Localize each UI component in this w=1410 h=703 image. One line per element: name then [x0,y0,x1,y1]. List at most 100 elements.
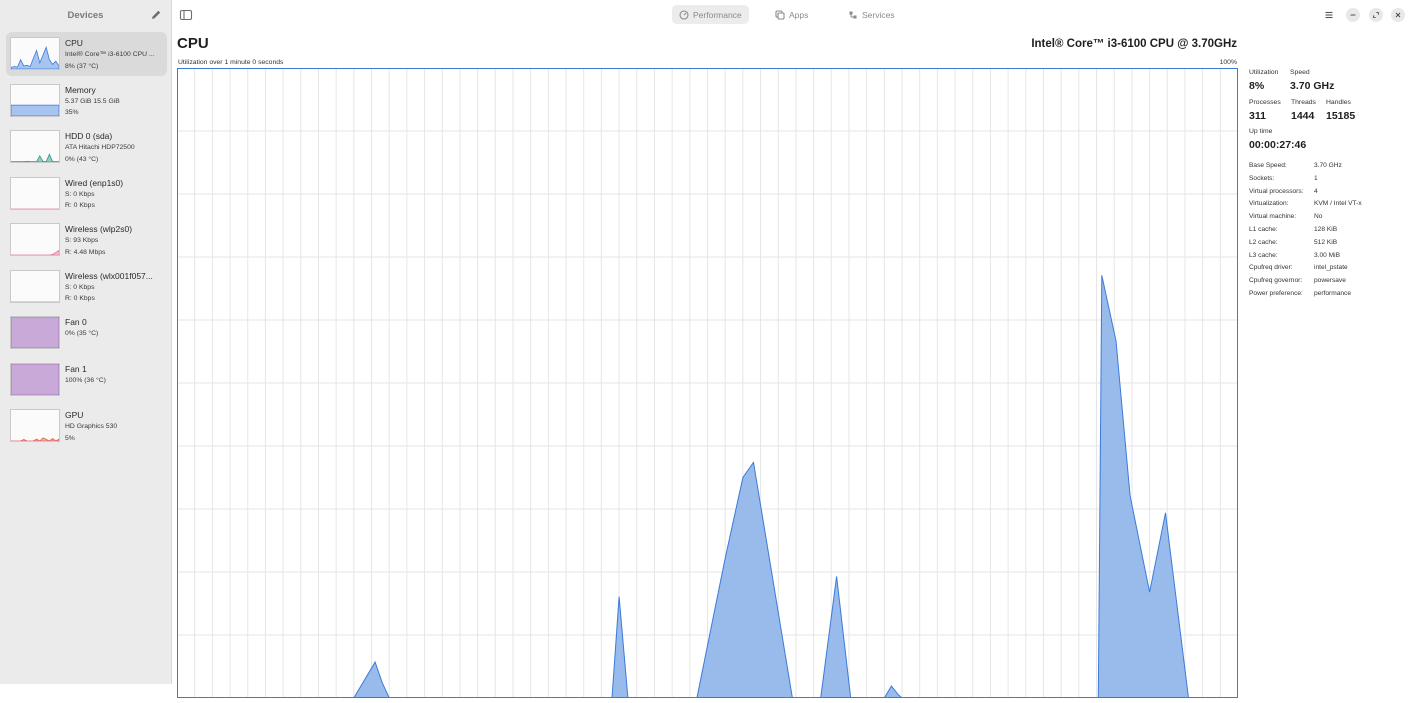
cpu-model-name: Intel® Core™ i3-6100 CPU @ 3.70GHz [1031,38,1237,50]
device-send-rate: S: 0 Kbps [65,282,165,294]
device-detail: ATA Hitachi HDP72500 [65,142,165,154]
device-list: CPU Intel® Core™ i3-6100 CPU ... 8% (37 … [6,32,167,451]
stat-label: Processes [1249,98,1281,107]
property-row: Virtualization:KVM / Intel VT-x [1249,200,1399,213]
device-wireless-wlp2s0[interactable]: Wireless (wlp2s0) S: 93 Kbps R: 4.48 Mbp… [6,218,167,262]
property-value: No [1314,213,1322,226]
apps-icon [775,10,785,20]
property-key: Virtual processors: [1249,188,1314,201]
stat-speed: Speed 3.70 GHz [1290,68,1334,93]
stat-value: 15185 [1326,109,1355,123]
maximize-icon[interactable] [1369,8,1383,22]
gpu-thumbnail-graph [10,409,60,442]
stat-label: Handles [1326,98,1355,107]
device-fan-0[interactable]: Fan 0 0% (35 °C) [6,311,167,355]
device-send-rate: S: 0 Kbps [65,189,165,201]
stat-handles: Handles 15185 [1326,98,1355,123]
stat-value: 1444 [1291,109,1316,123]
device-usage: 5% [65,433,165,445]
property-key: Base Speed: [1249,162,1314,175]
wireless-thumbnail-graph [10,270,60,303]
tab-services[interactable]: Services [841,5,902,24]
device-wireless-wlx[interactable]: Wireless (wlx001f057... S: 0 Kbps R: 0 K… [6,265,167,309]
device-usage: 0% (35 °C) [65,328,165,340]
property-row: Base Speed:3.70 GHz [1249,162,1399,175]
stat-value: 00:00:27:46 [1249,138,1306,152]
cpu-thumbnail-graph [10,37,60,70]
device-hdd[interactable]: HDD 0 (sda) ATA Hitachi HDP72500 0% (43 … [6,125,167,169]
property-row: Cpufreq governor:powersave [1249,277,1399,290]
sidebar-toggle-icon[interactable] [179,8,193,22]
property-row: Cpufreq driver:intel_pstate [1249,264,1399,277]
device-usage: 8% (37 °C) [65,61,165,73]
property-value: 128 KiB [1314,226,1337,239]
property-row: Sockets:1 [1249,175,1399,188]
property-key: Cpufreq driver: [1249,264,1314,277]
property-key: Cpufreq governor: [1249,277,1314,290]
sidebar: Devices CPU Intel® Core™ i3-6100 CPU ...… [0,0,172,684]
fan0-thumbnail-series [11,317,59,348]
property-row: Virtual machine:No [1249,213,1399,226]
property-key: Sockets: [1249,175,1314,188]
cpu-properties: Base Speed:3.70 GHz Sockets:1 Virtual pr… [1249,162,1399,303]
gauge-icon [679,10,689,20]
close-icon[interactable] [1391,8,1405,22]
device-name: GPU [65,410,165,421]
sidebar-header: Devices [0,0,171,30]
tab-apps[interactable]: Apps [768,5,815,24]
device-name: Wired (enp1s0) [65,178,165,189]
tab-label: Apps [789,10,808,20]
device-gpu[interactable]: GPU HD Graphics 530 5% [6,404,167,448]
services-icon [848,10,858,20]
property-row: L2 cache:512 KiB [1249,239,1399,252]
device-name: Fan 1 [65,364,165,375]
stat-value: 311 [1249,109,1281,123]
property-key: Virtualization: [1249,200,1314,213]
hdd-thumbnail-series [11,154,59,162]
wireless-thumbnail-graph [10,223,60,256]
device-receive-rate: R: 0 Kbps [65,200,165,212]
cpu-utilization-chart [177,68,1238,698]
property-key: L3 cache: [1249,252,1314,265]
menu-icon[interactable] [1322,8,1336,22]
device-detail: 5.37 GiB 15.5 GiB [65,96,165,108]
pencil-icon[interactable] [149,8,163,22]
tab-label: Services [862,10,895,20]
header-bar: Performance Apps Services [172,0,1410,30]
device-detail: HD Graphics 530 [65,421,165,433]
graph-caption: Utilization over 1 minute 0 seconds [178,59,283,66]
property-value: 3.00 MiB [1314,252,1340,265]
tab-performance[interactable]: Performance [672,5,749,24]
property-row: L1 cache:128 KiB [1249,226,1399,239]
device-name: Fan 0 [65,317,165,328]
fan1-thumbnail-series [11,364,59,395]
device-fan-1[interactable]: Fan 1 100% (36 °C) [6,358,167,402]
memory-thumbnail-graph [10,84,60,117]
device-cpu[interactable]: CPU Intel® Core™ i3-6100 CPU ... 8% (37 … [6,32,167,76]
device-receive-rate: R: 0 Kbps [65,293,165,305]
property-value: intel_pstate [1314,264,1348,277]
stat-label: Up time [1249,127,1306,136]
device-name: HDD 0 (sda) [65,131,165,142]
device-wired[interactable]: Wired (enp1s0) S: 0 Kbps R: 0 Kbps [6,172,167,216]
property-row: Power preference:performance [1249,290,1399,303]
property-key: L1 cache: [1249,226,1314,239]
property-row: L3 cache:3.00 MiB [1249,252,1399,265]
fan-thumbnail-graph [10,363,60,396]
stat-label: Utilization [1249,68,1278,77]
fan-thumbnail-graph [10,316,60,349]
property-key: Virtual machine: [1249,213,1314,226]
device-usage: 0% (43 °C) [65,154,165,166]
tab-label: Performance [693,10,742,20]
device-name: CPU [65,38,165,49]
device-detail: Intel® Core™ i3-6100 CPU ... [65,49,165,61]
device-memory[interactable]: Memory 5.37 GiB 15.5 GiB 35% [6,79,167,123]
sidebar-title: Devices [68,10,104,21]
property-key: Power preference: [1249,290,1314,303]
device-usage: 35% [65,107,165,119]
minimize-icon[interactable] [1346,8,1360,22]
cpu-thumbnail-series [11,47,59,69]
stat-utilization: Utilization 8% [1249,68,1278,93]
device-name: Memory [65,85,165,96]
cpu-utilization-graph [177,68,1238,698]
